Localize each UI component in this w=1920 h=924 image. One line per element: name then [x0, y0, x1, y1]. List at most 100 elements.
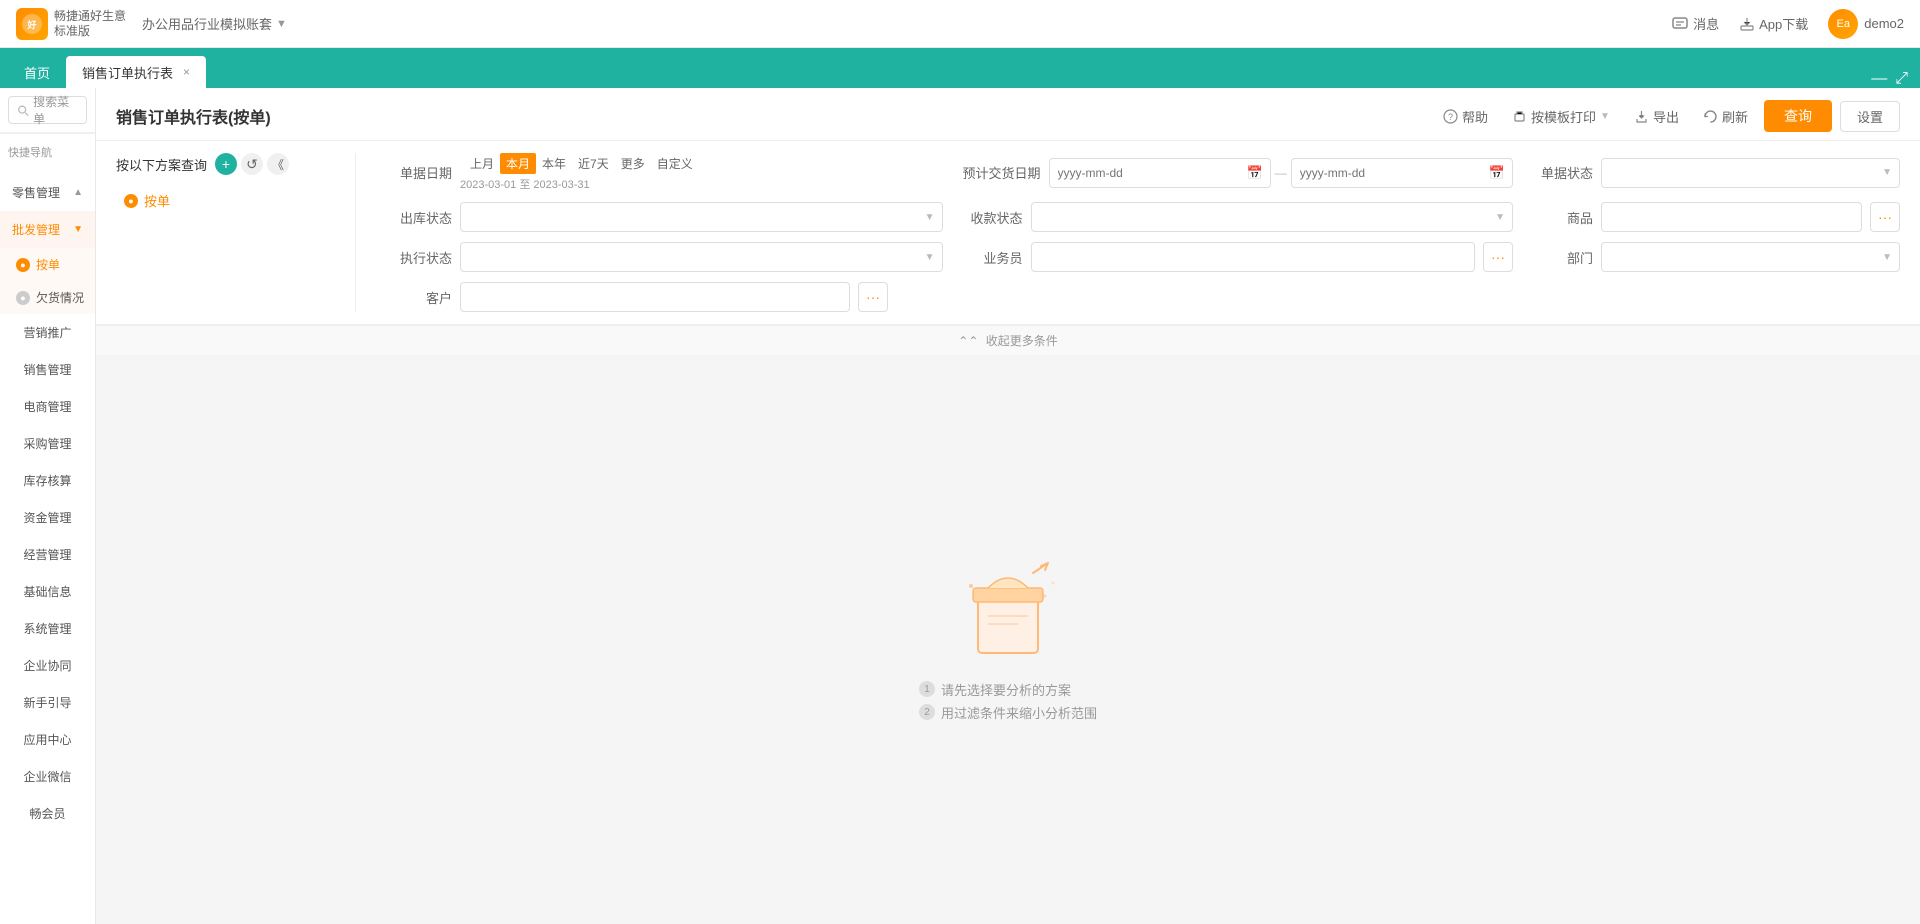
sidebar-sub-item-shortage[interactable]: ● 欠货情况 [0, 281, 95, 314]
sidebar-item-ecommerce[interactable]: 电商管理 [0, 388, 95, 425]
sidebar-item-app-center[interactable]: 应用中心 [0, 721, 95, 758]
date-this-month-btn[interactable]: 本月 [500, 153, 536, 174]
query-button[interactable]: 查询 [1764, 100, 1832, 132]
sidebar-item-enterprise-collab[interactable]: 企业协同 [0, 647, 95, 684]
tab-minimize-icon[interactable]: — [1871, 70, 1887, 88]
logo-icon: 好 [16, 8, 48, 40]
reload-scheme-icon[interactable]: ↺ [241, 153, 263, 175]
product-input[interactable] [1601, 202, 1862, 232]
add-scheme-icon[interactable]: + [215, 153, 237, 175]
app-download-button[interactable]: App下载 [1739, 14, 1808, 33]
tab-bar-right: — ⤢ [1859, 70, 1920, 88]
customer-dots-button[interactable]: ··· [858, 282, 888, 312]
sidebar-search-area: 搜索菜单 [0, 88, 95, 133]
filter-field-payment: 收款状态 ▼ [963, 202, 1514, 232]
scheme-active-dot: ● [124, 194, 138, 208]
filter-section: 按以下方案查询 + ↺ 《 [96, 141, 1920, 325]
sidebar-item-inventory[interactable]: 库存核算 [0, 462, 95, 499]
help-button[interactable]: ? 帮助 [1435, 103, 1496, 130]
tab-home[interactable]: 首页 [8, 56, 66, 88]
exec-status-select[interactable] [460, 242, 943, 272]
filter-field-department: 部门 ▼ [1533, 242, 1900, 272]
settings-button[interactable]: 设置 [1840, 101, 1900, 132]
help-icon: ? [1443, 109, 1458, 124]
sidebar-item-finance[interactable]: 资金管理 [0, 499, 95, 536]
sidebar-item-member[interactable]: 畅会员 [0, 795, 95, 832]
wholesale-expand-icon: ▼ [73, 224, 83, 235]
payment-select[interactable] [1031, 202, 1514, 232]
refresh-icon [1703, 109, 1718, 124]
sidebar-sub-item-order[interactable]: ● 按单 [0, 248, 95, 281]
expected-delivery-from-wrap: 📅 [1049, 158, 1271, 188]
sidebar-item-marketing[interactable]: 营销推广 [0, 314, 95, 351]
collapse-up-icon: ⌃⌃ [958, 334, 978, 348]
sidebar-item-system[interactable]: 系统管理 [0, 610, 95, 647]
print-dropdown-icon[interactable]: ▼ [1600, 111, 1610, 122]
breadcrumb-arrow-icon[interactable]: ▼ [276, 18, 287, 30]
sidebar-item-sales[interactable]: 销售管理 [0, 351, 95, 388]
order-status-label: 单据状态 [1533, 163, 1593, 182]
collapse-more-bar[interactable]: ⌃⌃ 收起更多条件 [96, 325, 1920, 355]
avatar: Ea [1828, 9, 1858, 39]
date-separator: — [1275, 166, 1287, 180]
salesperson-input[interactable] [1031, 242, 1476, 272]
expected-delivery-to-wrap: 📅 [1291, 158, 1513, 188]
header-left: 好 畅捷通好生意 标准版 办公用品行业模拟账套 ▼ [16, 8, 287, 40]
department-select-wrap: ▼ [1601, 242, 1900, 272]
order-status-select[interactable] [1601, 158, 1900, 188]
main-layout: 搜索菜单 快捷导航 零售管理 ▲ 批发管理 ▼ ● 按单 [0, 88, 1920, 924]
sidebar-item-basic-info[interactable]: 基础信息 [0, 573, 95, 610]
step-1-num: 1 [919, 681, 935, 697]
tab-close-icon[interactable]: × [183, 65, 190, 79]
print-icon [1512, 109, 1527, 124]
tab-expand-icon[interactable]: ⤢ [1895, 70, 1908, 88]
print-button[interactable]: 按模板打印 ▼ [1504, 103, 1618, 130]
filter-row-2: 出库状态 ▼ 收款状态 [392, 202, 1900, 232]
download-icon [1739, 16, 1755, 32]
sidebar-item-wholesale[interactable]: 批发管理 ▼ [0, 211, 95, 248]
sidebar: 搜索菜单 快捷导航 零售管理 ▲ 批发管理 ▼ ● 按单 [0, 88, 96, 924]
filter-field-salesperson: 业务员 ··· [963, 242, 1514, 272]
top-header: 好 畅捷通好生意 标准版 办公用品行业模拟账套 ▼ 消息 A [0, 0, 1920, 48]
sidebar-item-management[interactable]: 经营管理 [0, 536, 95, 573]
refresh-button[interactable]: 刷新 [1695, 103, 1756, 130]
collapse-scheme-icon[interactable]: 《 [267, 153, 289, 175]
date-last7-btn[interactable]: 近7天 [572, 153, 615, 174]
date-last-month-btn[interactable]: 上月 [464, 153, 500, 174]
customer-input[interactable] [460, 282, 850, 312]
filter-field-exec-status: 执行状态 ▼ [392, 242, 943, 272]
date-more-btn[interactable]: 更多 [615, 153, 651, 174]
message-button[interactable]: 消息 [1671, 14, 1719, 33]
expected-delivery-range: 📅 — 📅 [1049, 158, 1513, 188]
tab-bar: 首页 销售订单执行表 × — ⤢ [0, 48, 1920, 88]
outstock-select[interactable] [460, 202, 943, 232]
payment-select-wrap: ▼ [1031, 202, 1514, 232]
step-2-num: 2 [919, 704, 935, 720]
breadcrumb: 办公用品行业模拟账套 ▼ [142, 14, 287, 33]
product-dots-button[interactable]: ··· [1870, 202, 1900, 232]
scheme-item-order[interactable]: ● 按单 [116, 185, 339, 216]
export-button[interactable]: 导出 [1626, 103, 1687, 130]
sidebar-item-wechat-work[interactable]: 企业微信 [0, 758, 95, 795]
sidebar-item-newbie[interactable]: 新手引导 [0, 684, 95, 721]
expected-delivery-from-input[interactable] [1049, 158, 1271, 188]
date-range-display: 2023-03-01 至 2023-03-31 [460, 176, 943, 192]
retail-expand-icon: ▲ [73, 187, 83, 198]
tab-active[interactable]: 销售订单执行表 × [66, 56, 206, 88]
department-select[interactable] [1601, 242, 1900, 272]
salesperson-label: 业务员 [963, 248, 1023, 267]
date-this-year-btn[interactable]: 本年 [536, 153, 572, 174]
filter-scheme-title: 按以下方案查询 + ↺ 《 [116, 153, 339, 175]
salesperson-dots-button[interactable]: ··· [1483, 242, 1513, 272]
expected-delivery-to-input[interactable] [1291, 158, 1513, 188]
user-area[interactable]: Ea demo2 [1828, 9, 1904, 39]
date-custom-btn[interactable]: 自定义 [651, 153, 699, 174]
svg-text:?: ? [1448, 112, 1453, 122]
filter-row-4: 客户 ··· [392, 282, 1900, 312]
outstock-select-wrap: ▼ [460, 202, 943, 232]
content-area: 销售订单执行表(按单) ? 帮助 按模板打印 ▼ [96, 88, 1920, 924]
sidebar-search-button[interactable]: 搜索菜单 [8, 96, 87, 124]
sidebar-item-retail[interactable]: 零售管理 ▲ [0, 174, 95, 211]
sidebar-item-purchase[interactable]: 采购管理 [0, 425, 95, 462]
page-actions: ? 帮助 按模板打印 ▼ 导出 [1435, 100, 1900, 132]
